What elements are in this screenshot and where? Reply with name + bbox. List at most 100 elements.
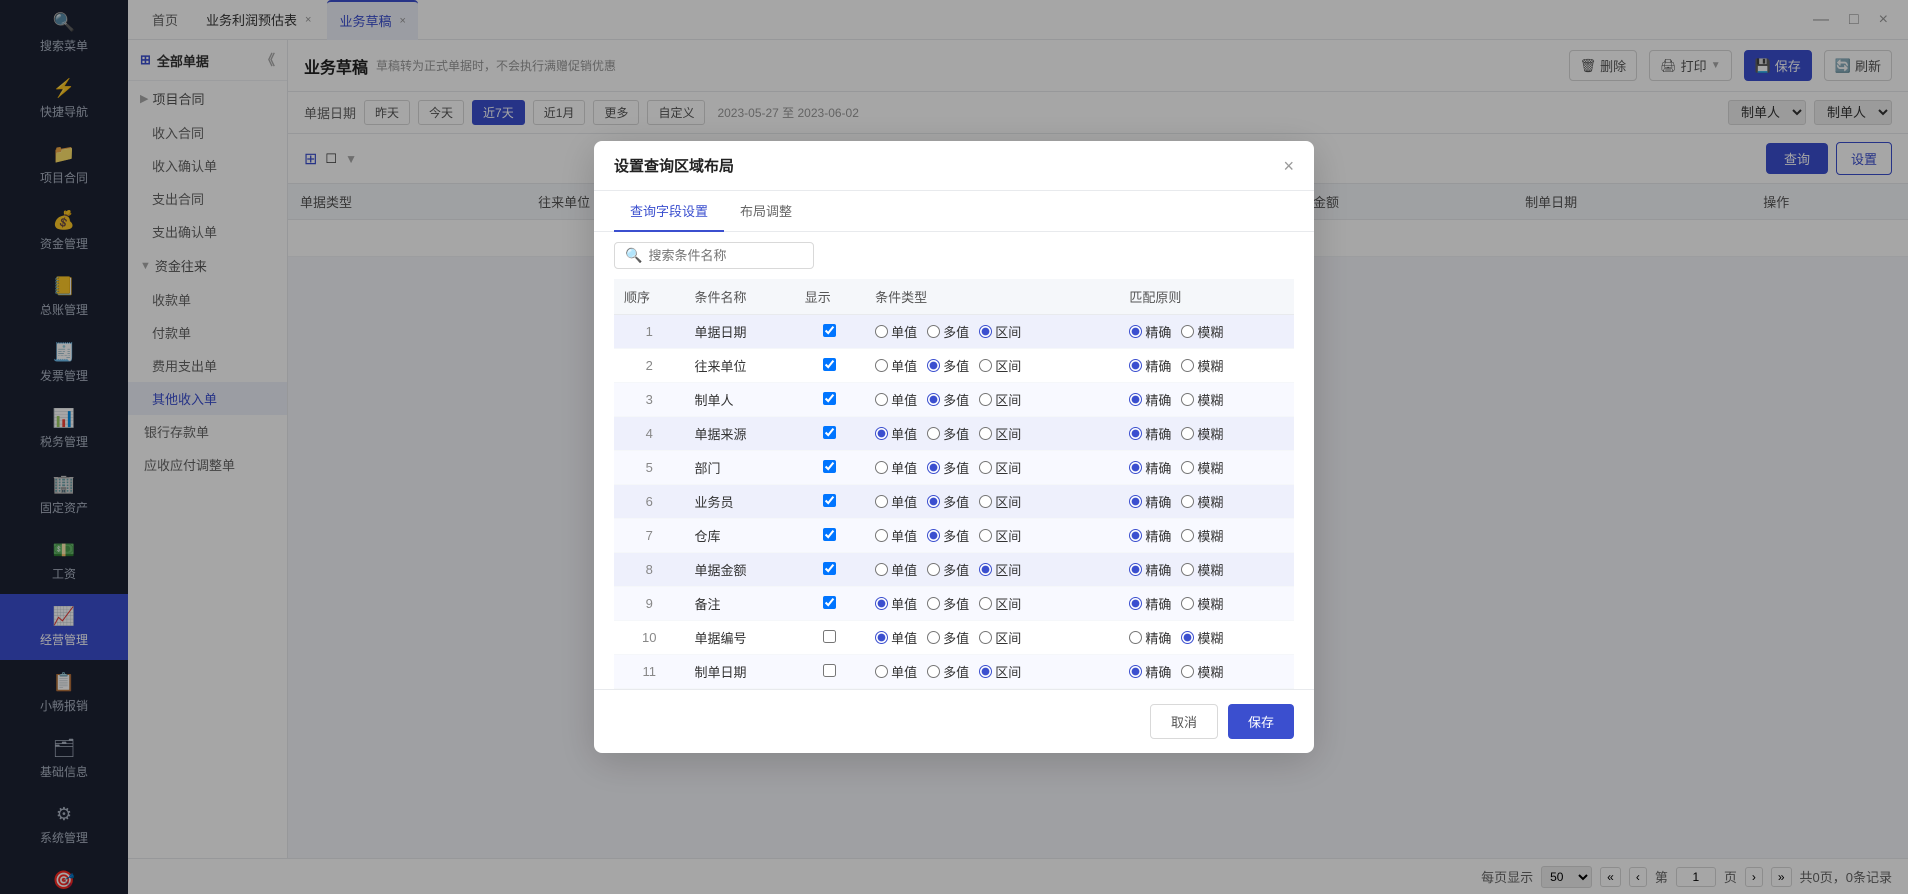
type-multi-radio[interactable]: 多值 [927, 594, 969, 613]
type-multi-radio[interactable]: 多值 [927, 390, 969, 409]
show-checkbox[interactable] [823, 562, 836, 575]
type-range-radio[interactable]: 区间 [979, 526, 1021, 545]
cell-type: 单值 多值 区间 [865, 553, 1119, 587]
cell-order: 1 [614, 315, 684, 349]
save-button[interactable]: 保存 [1228, 704, 1294, 739]
type-multi-radio[interactable]: 多值 [927, 492, 969, 511]
col-order: 顺序 [614, 279, 684, 315]
type-multi-radio[interactable]: 多值 [927, 628, 969, 647]
show-checkbox[interactable] [823, 630, 836, 643]
col-type: 条件类型 [865, 279, 1119, 315]
show-checkbox[interactable] [823, 528, 836, 541]
cell-match: 精确 模糊 [1119, 655, 1294, 689]
type-range-radio[interactable]: 区间 [979, 458, 1021, 477]
type-multi-radio[interactable]: 多值 [927, 526, 969, 545]
type-range-radio[interactable]: 区间 [979, 628, 1021, 647]
type-multi-radio[interactable]: 多值 [927, 560, 969, 579]
match-exact-radio[interactable]: 精确 [1129, 594, 1171, 613]
cell-show[interactable] [795, 553, 865, 587]
type-single-radio[interactable]: 单值 [875, 662, 917, 681]
type-range-radio[interactable]: 区间 [979, 662, 1021, 681]
type-single-radio[interactable]: 单值 [875, 322, 917, 341]
show-checkbox[interactable] [823, 358, 836, 371]
cell-show[interactable] [795, 451, 865, 485]
match-exact-radio[interactable]: 精确 [1129, 458, 1171, 477]
show-checkbox[interactable] [823, 392, 836, 405]
type-single-radio[interactable]: 单值 [875, 594, 917, 613]
cell-show[interactable] [795, 349, 865, 383]
show-checkbox[interactable] [823, 664, 836, 677]
cell-order: 6 [614, 485, 684, 519]
cell-show[interactable] [795, 417, 865, 451]
cell-type: 单值 多值 区间 [865, 451, 1119, 485]
cell-name: 备注 [684, 587, 794, 621]
type-single-radio[interactable]: 单值 [875, 424, 917, 443]
show-checkbox[interactable] [823, 426, 836, 439]
type-single-radio[interactable]: 单值 [875, 628, 917, 647]
type-range-radio[interactable]: 区间 [979, 390, 1021, 409]
match-exact-radio[interactable]: 精确 [1129, 662, 1171, 681]
type-range-radio[interactable]: 区间 [979, 322, 1021, 341]
dialog-close-button[interactable]: × [1283, 157, 1294, 175]
cancel-button[interactable]: 取消 [1150, 704, 1218, 739]
cell-match: 精确 模糊 [1119, 519, 1294, 553]
match-exact-radio[interactable]: 精确 [1129, 356, 1171, 375]
type-multi-radio[interactable]: 多值 [927, 424, 969, 443]
cell-show[interactable] [795, 519, 865, 553]
match-fuzzy-radio[interactable]: 模糊 [1181, 356, 1223, 375]
type-range-radio[interactable]: 区间 [979, 492, 1021, 511]
type-range-radio[interactable]: 区间 [979, 356, 1021, 375]
cell-show[interactable] [795, 383, 865, 417]
cell-show[interactable] [795, 315, 865, 349]
show-checkbox[interactable] [823, 324, 836, 337]
match-fuzzy-radio[interactable]: 模糊 [1181, 424, 1223, 443]
tab-layout[interactable]: 布局调整 [724, 191, 808, 232]
cell-match: 精确 模糊 [1119, 485, 1294, 519]
type-single-radio[interactable]: 单值 [875, 492, 917, 511]
cell-show[interactable] [795, 587, 865, 621]
col-name: 条件名称 [684, 279, 794, 315]
cell-name: 往来单位 [684, 349, 794, 383]
type-single-radio[interactable]: 单值 [875, 526, 917, 545]
dialog-header: 设置查询区域布局 × [594, 141, 1314, 191]
type-range-radio[interactable]: 区间 [979, 594, 1021, 613]
cell-show[interactable] [795, 485, 865, 519]
type-multi-radio[interactable]: 多值 [927, 662, 969, 681]
match-fuzzy-radio[interactable]: 模糊 [1181, 492, 1223, 511]
type-multi-radio[interactable]: 多值 [927, 458, 969, 477]
cell-type: 单值 多值 区间 [865, 621, 1119, 655]
match-exact-radio[interactable]: 精确 [1129, 492, 1171, 511]
tab-field-settings[interactable]: 查询字段设置 [614, 191, 724, 232]
type-single-radio[interactable]: 单值 [875, 356, 917, 375]
type-range-radio[interactable]: 区间 [979, 424, 1021, 443]
cell-order: 5 [614, 451, 684, 485]
match-exact-radio[interactable]: 精确 [1129, 390, 1171, 409]
show-checkbox[interactable] [823, 494, 836, 507]
show-checkbox[interactable] [823, 596, 836, 609]
match-fuzzy-radio[interactable]: 模糊 [1181, 662, 1223, 681]
match-fuzzy-radio[interactable]: 模糊 [1181, 322, 1223, 341]
match-fuzzy-radio[interactable]: 模糊 [1181, 390, 1223, 409]
type-multi-radio[interactable]: 多值 [927, 356, 969, 375]
match-fuzzy-radio[interactable]: 模糊 [1181, 560, 1223, 579]
condition-search-input[interactable] [648, 248, 798, 263]
match-fuzzy-radio[interactable]: 模糊 [1181, 628, 1223, 647]
cell-show[interactable] [795, 655, 865, 689]
type-single-radio[interactable]: 单值 [875, 390, 917, 409]
match-fuzzy-radio[interactable]: 模糊 [1181, 594, 1223, 613]
show-checkbox[interactable] [823, 460, 836, 473]
type-multi-radio[interactable]: 多值 [927, 322, 969, 341]
type-range-radio[interactable]: 区间 [979, 560, 1021, 579]
dialog-table-wrap: 顺序 条件名称 显示 条件类型 匹配原则 1 单据日期 单值 [594, 279, 1314, 689]
match-fuzzy-radio[interactable]: 模糊 [1181, 526, 1223, 545]
match-exact-radio[interactable]: 精确 [1129, 526, 1171, 545]
cell-order: 9 [614, 587, 684, 621]
match-fuzzy-radio[interactable]: 模糊 [1181, 458, 1223, 477]
cell-show[interactable] [795, 621, 865, 655]
type-single-radio[interactable]: 单值 [875, 560, 917, 579]
match-exact-radio[interactable]: 精确 [1129, 628, 1171, 647]
match-exact-radio[interactable]: 精确 [1129, 424, 1171, 443]
match-exact-radio[interactable]: 精确 [1129, 322, 1171, 341]
type-single-radio[interactable]: 单值 [875, 458, 917, 477]
match-exact-radio[interactable]: 精确 [1129, 560, 1171, 579]
